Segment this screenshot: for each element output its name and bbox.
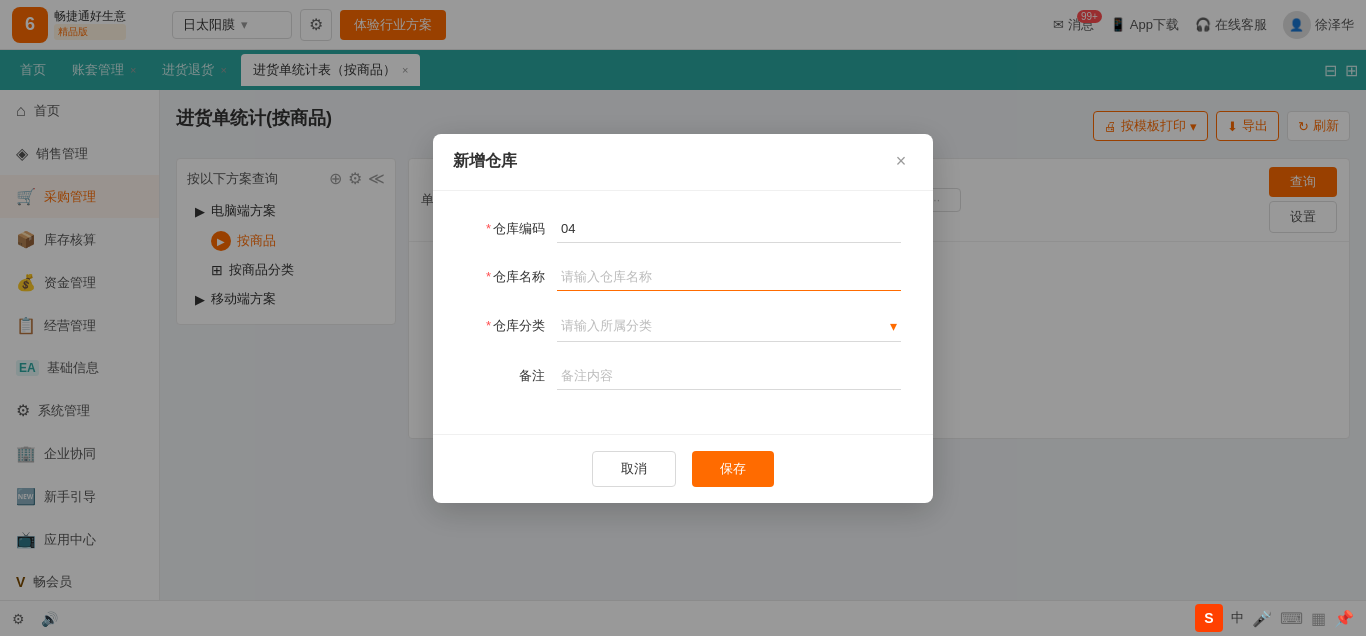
save-button[interactable]: 保存 <box>692 451 774 487</box>
cancel-button[interactable]: 取消 <box>592 451 676 487</box>
modal-header: 新增仓库 × <box>433 134 933 191</box>
pin-icon[interactable]: 📌 <box>1334 609 1354 628</box>
keyboard-icon[interactable]: ⌨ <box>1280 609 1303 628</box>
modal-overlay[interactable]: 新增仓库 × *仓库编码 *仓库名称 *仓库分类 <box>0 0 1366 636</box>
add-warehouse-modal: 新增仓库 × *仓库编码 *仓库名称 *仓库分类 <box>433 134 933 503</box>
category-label: *仓库分类 <box>465 317 545 335</box>
grid-icon[interactable]: ▦ <box>1311 609 1326 628</box>
name-required-mark: * <box>486 269 491 284</box>
form-row-code: *仓库编码 <box>465 215 901 243</box>
modal-close-button[interactable]: × <box>889 150 913 174</box>
note-label: 备注 <box>465 367 545 385</box>
form-row-category: *仓库分类 请输入所属分类 ▾ <box>465 311 901 342</box>
category-select[interactable]: 请输入所属分类 ▾ <box>557 311 901 342</box>
category-dropdown-arrow: ▾ <box>890 318 897 334</box>
name-label: *仓库名称 <box>465 268 545 286</box>
code-label: *仓库编码 <box>465 220 545 238</box>
category-required-mark: * <box>486 318 491 333</box>
mic-icon[interactable]: 🎤 <box>1252 609 1272 628</box>
code-input[interactable] <box>557 215 901 243</box>
modal-body: *仓库编码 *仓库名称 *仓库分类 请输入所属分类 ▾ <box>433 191 933 434</box>
zh-label: 中 <box>1231 609 1244 627</box>
form-row-note: 备注 <box>465 362 901 390</box>
bottom-right-icons: S 中 🎤 ⌨ ▦ 📌 <box>1183 600 1366 636</box>
modal-title: 新增仓库 <box>453 151 517 172</box>
code-required-mark: * <box>486 221 491 236</box>
form-row-name: *仓库名称 <box>465 263 901 291</box>
name-input[interactable] <box>557 263 901 291</box>
category-placeholder: 请输入所属分类 <box>561 317 890 335</box>
modal-footer: 取消 保存 <box>433 434 933 503</box>
note-input[interactable] <box>557 362 901 390</box>
s-logo: S <box>1195 604 1223 632</box>
